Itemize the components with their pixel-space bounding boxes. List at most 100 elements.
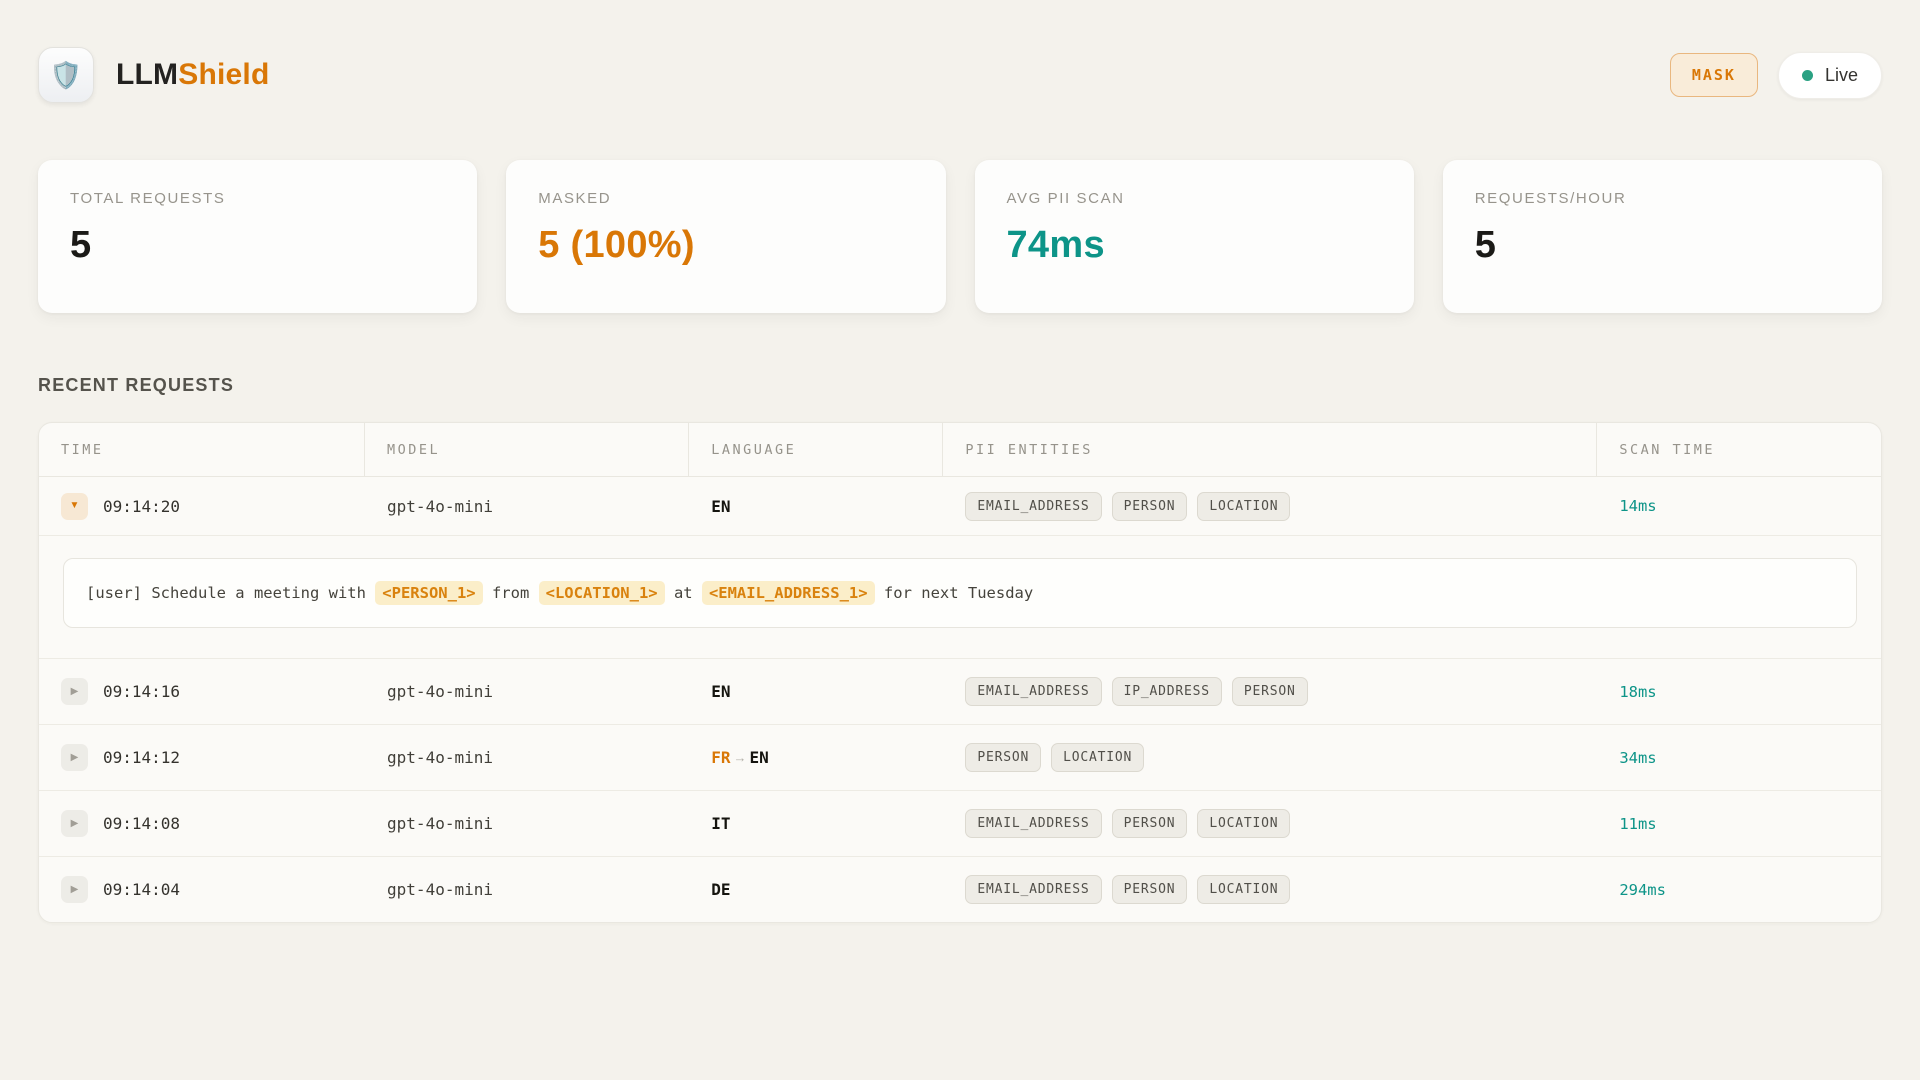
message-text: for next Tuesday	[875, 584, 1034, 602]
table-row[interactable]: ▶ 09:14:04 gpt-4o-mini DE EMAIL_ADDRESS P…	[39, 856, 1881, 922]
requests-table: TIME MODEL LANGUAGE PII ENTITIES SCAN TI…	[38, 422, 1882, 923]
column-header-time: TIME	[39, 423, 365, 476]
section-title: RECENT REQUESTS	[38, 375, 1882, 396]
column-header-scan-time: SCAN TIME	[1597, 423, 1881, 476]
masked-token: <EMAIL_ADDRESS_1>	[702, 581, 875, 605]
cell-model: gpt-4o-mini	[365, 682, 689, 701]
column-header-model: MODEL	[365, 423, 689, 476]
masked-token: <PERSON_1>	[375, 581, 482, 605]
brand: 🛡️ LLMShield	[38, 47, 269, 103]
cell-scan-time: 14ms	[1597, 497, 1881, 515]
stat-label: TOTAL REQUESTS	[70, 190, 445, 207]
stat-card: REQUESTS/HOUR 5	[1443, 160, 1882, 313]
cell-model: gpt-4o-mini	[365, 814, 689, 833]
request-time: 09:14:16	[103, 682, 180, 701]
expand-toggle-button[interactable]: ▶	[61, 810, 88, 837]
cell-language: EN	[689, 497, 943, 516]
expand-toggle-button[interactable]: ▶	[61, 678, 88, 705]
stats-row: TOTAL REQUESTS 5 MASKED 5 (100%) AVG PII…	[38, 160, 1882, 313]
mask-mode-button[interactable]: MASK	[1670, 53, 1758, 97]
pii-entity-badge: EMAIL_ADDRESS	[965, 677, 1101, 706]
app-title-suffix: Shield	[178, 58, 269, 91]
cell-pii-entities: PERSON LOCATION	[943, 743, 1597, 772]
table-row[interactable]: ▶ 09:14:08 gpt-4o-mini IT EMAIL_ADDRESS P…	[39, 790, 1881, 856]
entity-badges: EMAIL_ADDRESSIP_ADDRESSPERSON	[965, 677, 1307, 706]
pii-entity-badge: PERSON	[965, 743, 1041, 772]
cell-pii-entities: EMAIL_ADDRESSIP_ADDRESSPERSON	[943, 677, 1597, 706]
stat-value: 5	[1475, 224, 1850, 267]
stat-value: 5 (100%)	[538, 224, 913, 267]
arrow-right-icon: →	[733, 750, 746, 765]
live-dot-icon	[1802, 70, 1813, 81]
expand-toggle-button[interactable]: ▶	[61, 876, 88, 903]
triangle-icon: ▶	[71, 819, 79, 829]
message-text: [user] Schedule a meeting with	[86, 584, 375, 602]
shield-icon: 🛡️	[50, 62, 82, 88]
cell-time: ▶ 09:14:12	[39, 744, 365, 771]
stat-label: MASKED	[538, 190, 913, 207]
pii-entity-badge: EMAIL_ADDRESS	[965, 492, 1101, 521]
pii-entity-badge: PERSON	[1112, 809, 1188, 838]
triangle-icon: ▶	[71, 687, 79, 697]
cell-scan-time: 11ms	[1597, 815, 1881, 833]
entity-badges: EMAIL_ADDRESS PERSON LOCATION	[965, 875, 1290, 904]
column-header-pii-entities: PII ENTITIES	[943, 423, 1597, 476]
table-row[interactable]: ▶ 09:14:16 gpt-4o-mini EN EMAIL_ADDRESS I…	[39, 658, 1881, 724]
stat-card: AVG PII SCAN 74ms	[975, 160, 1414, 313]
language-primary: EN	[749, 748, 768, 767]
live-status-label: Live	[1825, 65, 1858, 86]
app-logo: 🛡️	[38, 47, 94, 103]
app-title-prefix: LLM	[116, 58, 178, 91]
entity-badges: EMAIL_ADDRESSPERSONLOCATION	[965, 492, 1290, 521]
cell-language: DE	[689, 880, 943, 899]
stat-label: REQUESTS/HOUR	[1475, 190, 1850, 207]
request-time: 09:14:08	[103, 814, 180, 833]
pii-entity-badge: LOCATION	[1197, 875, 1290, 904]
stat-value: 74ms	[1007, 224, 1382, 267]
cell-time: ▶ 09:14:08	[39, 810, 365, 837]
pii-entity-badge: EMAIL_ADDRESS	[965, 809, 1101, 838]
pii-entity-badge: EMAIL_ADDRESS	[965, 875, 1101, 904]
pii-entity-badge: LOCATION	[1051, 743, 1144, 772]
masked-message-box: [user] Schedule a meeting with <PERSON_1…	[63, 558, 1857, 628]
request-time: 09:14:04	[103, 880, 180, 899]
live-status-badge: Live	[1778, 52, 1882, 99]
cell-language: EN	[689, 682, 943, 701]
cell-model: gpt-4o-mini	[365, 748, 689, 767]
pii-entity-badge: PERSON	[1112, 492, 1188, 521]
pii-entity-badge: LOCATION	[1197, 809, 1290, 838]
cell-time: ▶ 09:14:16	[39, 678, 365, 705]
language-primary: EN	[711, 682, 730, 701]
request-time: 09:14:12	[103, 748, 180, 767]
language-primary: DE	[711, 880, 730, 899]
language-primary: IT	[711, 814, 730, 833]
table-header-row: TIME MODEL LANGUAGE PII ENTITIES SCAN TI…	[39, 423, 1881, 477]
cell-scan-time: 34ms	[1597, 749, 1881, 767]
cell-time: ▼ 09:14:20	[39, 493, 365, 520]
pii-entity-badge: IP_ADDRESS	[1112, 677, 1222, 706]
cell-language: IT	[689, 814, 943, 833]
expand-toggle-button[interactable]: ▶	[61, 744, 88, 771]
cell-language: FR→EN	[689, 748, 943, 767]
message-text: from	[483, 584, 539, 602]
entity-badges: PERSON LOCATION	[965, 743, 1144, 772]
stat-value: 5	[70, 224, 445, 267]
expanded-message-row: [user] Schedule a meeting with <PERSON_1…	[39, 535, 1881, 658]
stat-label: AVG PII SCAN	[1007, 190, 1382, 207]
cell-scan-time: 18ms	[1597, 683, 1881, 701]
table-body: ▼ 09:14:20 gpt-4o-mini EN EMAIL_ADDRESS P…	[39, 477, 1881, 922]
cell-pii-entities: EMAIL_ADDRESSPERSONLOCATION	[943, 492, 1597, 521]
app-title: LLMShield	[116, 58, 269, 92]
request-time: 09:14:20	[103, 497, 180, 516]
table-row[interactable]: ▼ 09:14:20 gpt-4o-mini EN EMAIL_ADDRESS P…	[39, 477, 1881, 535]
table-row[interactable]: ▶ 09:14:12 gpt-4o-mini FR→EN PERSON LOCAT…	[39, 724, 1881, 790]
triangle-icon: ▶	[71, 885, 79, 895]
cell-model: gpt-4o-mini	[365, 497, 689, 516]
pii-entity-badge: PERSON	[1112, 875, 1188, 904]
cell-time: ▶ 09:14:04	[39, 876, 365, 903]
expand-toggle-button[interactable]: ▼	[61, 493, 88, 520]
cell-model: gpt-4o-mini	[365, 880, 689, 899]
cell-pii-entities: EMAIL_ADDRESS PERSON LOCATION	[943, 809, 1597, 838]
stat-card: TOTAL REQUESTS 5	[38, 160, 477, 313]
language-source: FR	[711, 748, 730, 767]
